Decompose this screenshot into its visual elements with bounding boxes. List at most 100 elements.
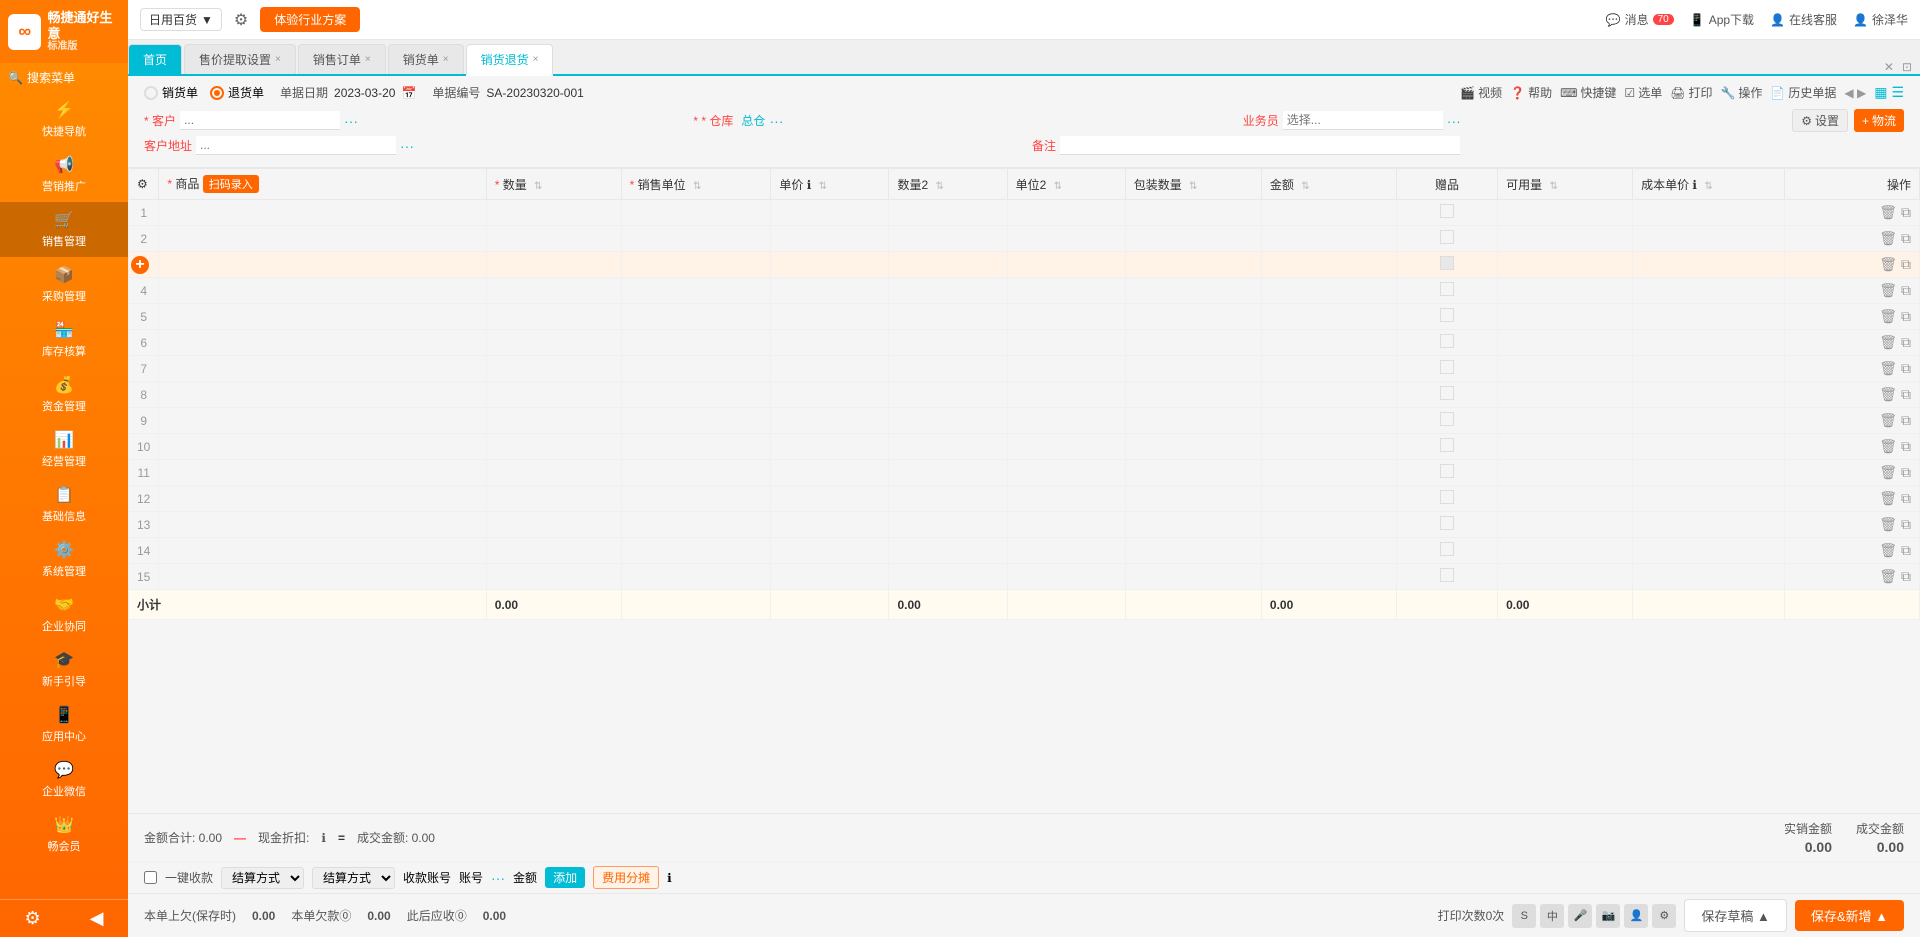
copy-icon[interactable]: ⧉	[1901, 230, 1911, 247]
gift-checkbox-active[interactable]	[1440, 256, 1454, 270]
copy-icon[interactable]: ⧉	[1901, 360, 1911, 377]
toolbar-operation[interactable]: 🔧 操作	[1720, 84, 1762, 101]
tab-price-extract[interactable]: 售价提取设置 ×	[184, 44, 296, 74]
salesperson-input[interactable]	[1283, 111, 1443, 130]
delete-icon[interactable]: 🗑	[1879, 360, 1897, 377]
copy-icon[interactable]: ⧉	[1901, 438, 1911, 455]
row-gift[interactable]	[1396, 200, 1497, 226]
toolbar-shortcut[interactable]: ⌨ 快捷键	[1560, 84, 1616, 101]
copy-icon[interactable]: ⧉	[1901, 568, 1911, 585]
delete-icon[interactable]: 🗑	[1879, 438, 1897, 455]
calendar-icon[interactable]: 📅	[401, 86, 416, 100]
row-product[interactable]	[159, 200, 486, 226]
warehouse-dots[interactable]: ···	[769, 113, 783, 129]
row-available[interactable]	[1498, 200, 1633, 226]
save-draft-button[interactable]: 保存草稿 ▲	[1684, 899, 1787, 932]
search-menu[interactable]: 🔍 搜索菜单	[0, 63, 128, 92]
row-quantity2-active[interactable]	[889, 252, 1007, 278]
sidebar-item-marketing[interactable]: 📢 营销推广	[0, 147, 128, 202]
im-person-icon[interactable]: 👤	[1624, 904, 1648, 928]
sidebar-item-enterprise[interactable]: 🤝 企业协同	[0, 587, 128, 642]
im-s-icon[interactable]: S	[1512, 904, 1536, 928]
sidebar-item-basic-info[interactable]: 📋 基础信息	[0, 477, 128, 532]
im-zh-icon[interactable]: 中	[1540, 904, 1564, 928]
delete-icon[interactable]: 🗑	[1879, 464, 1897, 481]
row-unit2[interactable]	[1007, 200, 1125, 226]
row-price-active[interactable]	[771, 252, 889, 278]
gift-checkbox[interactable]	[1440, 204, 1454, 218]
sidebar-item-apps[interactable]: 📱 应用中心	[0, 697, 128, 752]
row-price[interactable]	[771, 226, 889, 252]
copy-icon[interactable]: ⧉	[1901, 282, 1911, 299]
online-service-button[interactable]: 👤 在线客服	[1770, 11, 1837, 28]
delete-icon[interactable]: 🗑	[1879, 334, 1897, 351]
logistics-button[interactable]: + 物流	[1854, 109, 1904, 132]
sidebar-item-sales[interactable]: 🛒 销售管理	[0, 202, 128, 257]
list-view-icon[interactable]: ☰	[1891, 84, 1904, 101]
delete-icon[interactable]: 🗑	[1879, 542, 1897, 559]
tab-price-extract-close[interactable]: ×	[275, 54, 281, 65]
add-button[interactable]: 添加	[545, 867, 585, 888]
company-select[interactable]: 日用百货 ▼	[140, 8, 222, 31]
delete-icon[interactable]: 🗑	[1879, 230, 1897, 247]
grid-view-icon[interactable]: ▦	[1874, 84, 1887, 101]
row-available-active[interactable]	[1498, 252, 1633, 278]
delete-icon[interactable]: 🗑	[1879, 568, 1897, 585]
copy-icon[interactable]: ⧉	[1901, 516, 1911, 533]
app-download-button[interactable]: 📱 App下载	[1690, 11, 1754, 28]
copy-icon[interactable]: ⧉	[1901, 542, 1911, 559]
row-unit2[interactable]	[1007, 226, 1125, 252]
message-button[interactable]: 💬 消息 70	[1606, 11, 1674, 28]
product-input-active[interactable]	[167, 257, 477, 272]
copy-icon[interactable]: ⧉	[1901, 334, 1911, 351]
tab-sales-order-close[interactable]: ×	[365, 54, 371, 65]
salesperson-dots[interactable]: ···	[1447, 113, 1461, 129]
row-quantity-active[interactable]	[486, 252, 621, 278]
settings-icon[interactable]: ⚙	[234, 10, 248, 30]
settings-icon[interactable]: ⚙	[25, 908, 41, 929]
toolbar-video[interactable]: 🎬 视频	[1460, 84, 1502, 101]
copy-icon[interactable]: ⧉	[1901, 464, 1911, 481]
row-pack-qty[interactable]	[1125, 200, 1261, 226]
prev-icon[interactable]: ◀	[1844, 86, 1853, 100]
toolbar-print[interactable]: 🖨 打印	[1670, 84, 1712, 101]
tab-sales[interactable]: 销货单 ×	[388, 44, 464, 74]
radio-sales[interactable]: 销货单	[144, 84, 198, 101]
row-pack-qty[interactable]	[1125, 226, 1261, 252]
copy-icon[interactable]: ⧉	[1901, 412, 1911, 429]
tab-sales-return[interactable]: 销货退货 ×	[466, 44, 554, 76]
row-price[interactable]	[771, 200, 889, 226]
trial-plan-button[interactable]: 体验行业方案	[260, 7, 360, 32]
row-cost-price-active[interactable]	[1633, 252, 1785, 278]
copy-icon[interactable]: ⧉	[1901, 490, 1911, 507]
sidebar-item-member[interactable]: 👑 畅会员	[0, 807, 128, 862]
next-icon[interactable]: ▶	[1857, 86, 1866, 100]
account-method-select[interactable]: 结算方式	[221, 867, 304, 889]
row-product[interactable]	[159, 226, 486, 252]
save-new-button[interactable]: 保存&新增 ▲	[1795, 900, 1904, 931]
sidebar-item-inventory[interactable]: 🏪 库存核算	[0, 312, 128, 367]
delete-icon[interactable]: 🗑	[1879, 308, 1897, 325]
account-dots[interactable]: ···	[491, 870, 505, 886]
row-sales-unit[interactable]	[621, 226, 771, 252]
row-quantity[interactable]	[486, 200, 621, 226]
im-settings-icon[interactable]: ⚙	[1652, 904, 1676, 928]
row-quantity[interactable]	[486, 226, 621, 252]
row-cost-price[interactable]	[1633, 226, 1785, 252]
sidebar-item-wechat[interactable]: 💬 企业微信	[0, 752, 128, 807]
maximize-icon[interactable]: ⊡	[1902, 60, 1912, 74]
user-profile[interactable]: 👤 徐泽华	[1853, 11, 1908, 28]
add-row-icon[interactable]: +	[131, 256, 149, 274]
delete-icon[interactable]: 🗑	[1879, 516, 1897, 533]
tab-sales-return-close[interactable]: ×	[533, 54, 539, 65]
row-quantity2[interactable]	[889, 226, 1007, 252]
toolbar-help[interactable]: ❓ 帮助	[1510, 84, 1552, 101]
tab-home[interactable]: 首页	[128, 44, 182, 74]
customer-input[interactable]	[180, 111, 340, 130]
fee-button[interactable]: 费用分摊	[593, 866, 659, 889]
setting-button[interactable]: ⚙ 设置	[1792, 109, 1848, 132]
delete-icon[interactable]: 🗑	[1879, 256, 1897, 273]
row-pack-qty-active[interactable]	[1125, 252, 1261, 278]
sidebar-item-purchase[interactable]: 📦 采购管理	[0, 257, 128, 312]
delete-icon[interactable]: 🗑	[1879, 490, 1897, 507]
